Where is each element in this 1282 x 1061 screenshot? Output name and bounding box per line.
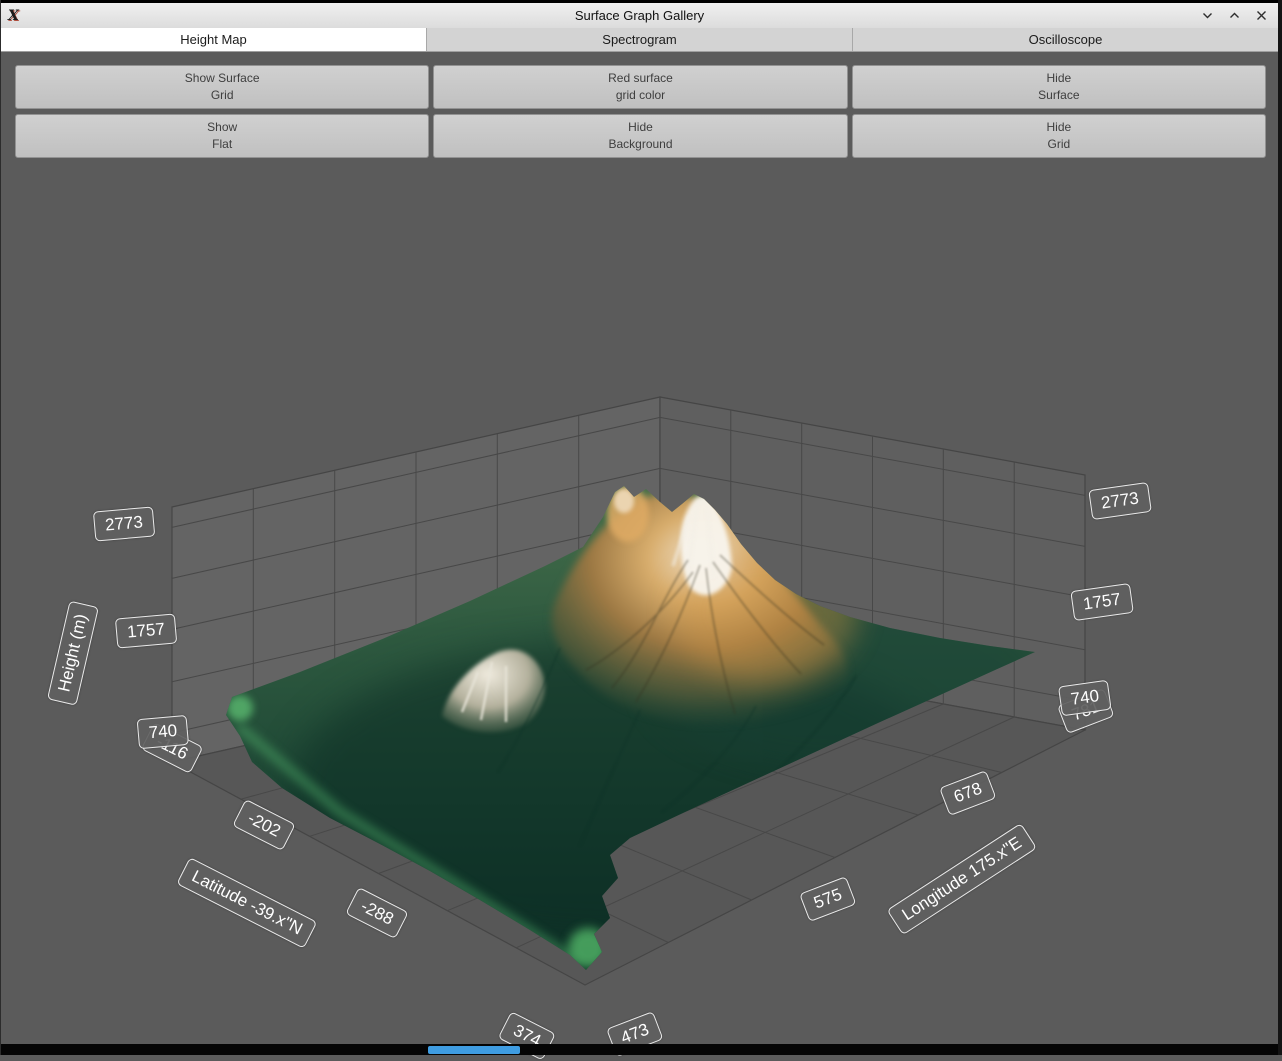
button-label-line2: grid color [616, 87, 665, 104]
tab-bar: Height Map Spectrogram Oscilloscope [1, 28, 1278, 52]
button-label-line2: Surface [1038, 87, 1079, 104]
hide-surface-button[interactable]: Hide Surface [852, 65, 1266, 109]
shade-button[interactable] [1200, 8, 1215, 23]
bottom-bar-accent [428, 1046, 520, 1054]
show-surface-grid-button[interactable]: Show Surface Grid [15, 65, 429, 109]
button-label-line1: Show [207, 119, 237, 136]
tab-spectrogram[interactable]: Spectrogram [427, 28, 853, 51]
button-label-line1: Show Surface [185, 70, 260, 87]
red-surface-grid-color-button[interactable]: Red surface grid color [433, 65, 847, 109]
button-label-line1: Hide [628, 119, 653, 136]
tab-height-map[interactable]: Height Map [1, 28, 427, 51]
button-grid: Show Surface Grid Red surface grid color… [15, 65, 1266, 158]
button-label-line1: Hide [1046, 119, 1071, 136]
show-flat-button[interactable]: Show Flat [15, 114, 429, 158]
close-icon [1255, 9, 1268, 22]
window-title: Surface Graph Gallery [1, 8, 1278, 23]
button-label-line2: Flat [212, 136, 232, 153]
button-label-line1: Red surface [608, 70, 673, 87]
hide-grid-button[interactable]: Hide Grid [852, 114, 1266, 158]
chevron-up-icon [1228, 9, 1241, 22]
app-icon: X [8, 8, 19, 24]
height-tick-left-1757: 1757 [115, 613, 177, 648]
window-bottom-edge [0, 1044, 1282, 1055]
close-button[interactable] [1254, 8, 1269, 23]
button-label-line2: Background [608, 136, 672, 153]
button-label-line2: Grid [211, 87, 234, 104]
unshade-button[interactable] [1227, 8, 1242, 23]
titlebar: X Surface Graph Gallery [1, 3, 1278, 29]
tab-oscilloscope[interactable]: Oscilloscope [853, 28, 1278, 51]
button-label-line1: Hide [1046, 70, 1071, 87]
hide-background-button[interactable]: Hide Background [433, 114, 847, 158]
surface-3d-scene [0, 0, 1282, 1055]
button-label-line2: Grid [1047, 136, 1070, 153]
height-tick-left-740: 740 [137, 715, 190, 749]
window-border-top [0, 0, 1282, 3]
chevron-down-icon [1201, 9, 1214, 22]
height-tick-left-2773: 2773 [93, 506, 155, 541]
window-border-left [0, 0, 1, 1055]
surface-plot-canvas[interactable]: -116 -202 -288 374 781 678 575 473 Latit… [0, 0, 1282, 1055]
window-border-right [1278, 0, 1282, 1055]
window-controls [1200, 8, 1278, 23]
